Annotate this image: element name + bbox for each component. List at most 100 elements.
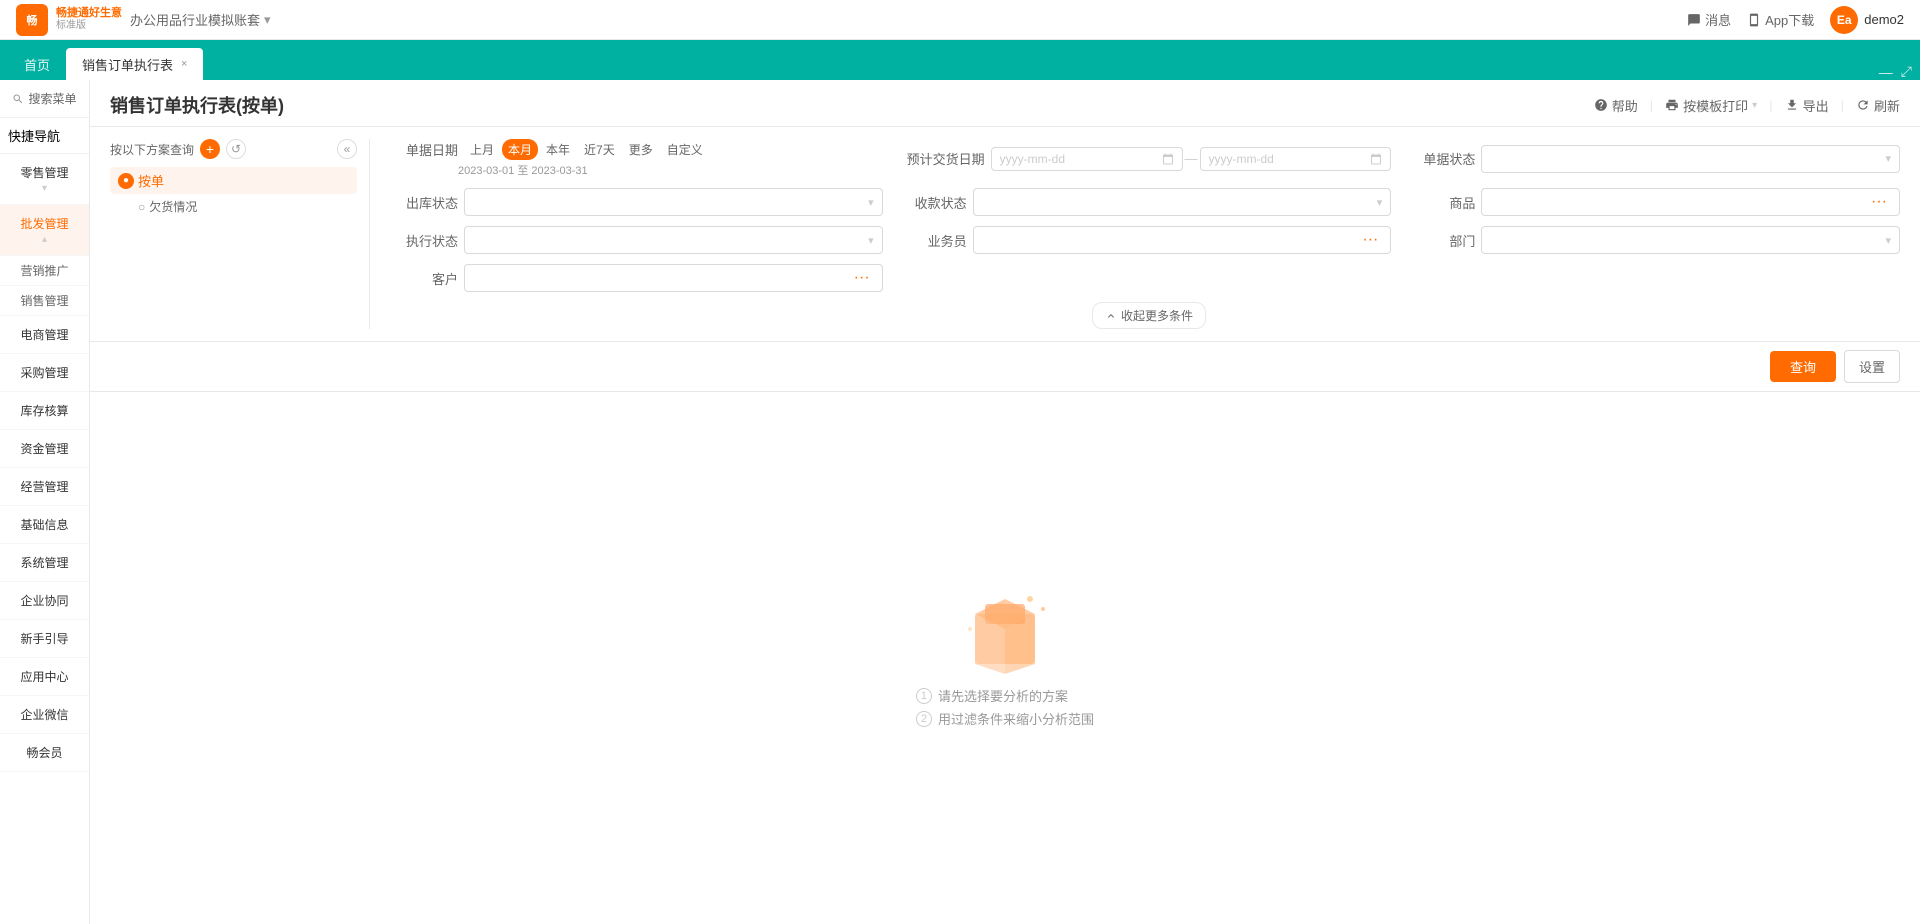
- refresh-button[interactable]: 刷新: [1856, 96, 1900, 115]
- sidebar-sub-sales[interactable]: 销售管理: [0, 286, 89, 316]
- predict-date-start-input[interactable]: yyyy-mm-dd: [991, 147, 1183, 171]
- predict-date-end-input[interactable]: yyyy-mm-dd: [1200, 147, 1392, 171]
- filter-goods: 商品 ···: [1415, 188, 1900, 216]
- collapse-more-button[interactable]: 收起更多条件: [1092, 302, 1206, 329]
- date-range-text: 2023-03-01 至 2023-03-31: [458, 162, 588, 178]
- sidebar-item-operations[interactable]: 经营管理: [0, 468, 89, 506]
- filter-salesman: 业务员 ···: [907, 226, 1392, 254]
- refresh-scheme-button[interactable]: ↺: [226, 139, 246, 159]
- sidebar-item-wechat[interactable]: 企业微信: [0, 696, 89, 734]
- date-tab-this-year[interactable]: 本年: [540, 139, 576, 160]
- main-layout: 搜索菜单 快捷导航 零售管理 ▾ 批发管理 ▴ 营销推广 销售管理 电商管理 采…: [0, 80, 1920, 924]
- header-actions: 帮助 | 按模板打印 ▾ | 导出 | 刷新: [1594, 96, 1900, 115]
- empty-state: 1 请先选择要分析的方案 2 用过滤条件来缩小分析范围: [90, 392, 1920, 924]
- sidebar-item-member[interactable]: 畅会员: [0, 734, 89, 772]
- print-icon: [1665, 98, 1679, 112]
- date-tab-last-month[interactable]: 上月: [464, 139, 500, 160]
- search-icon: [12, 93, 24, 105]
- tab-close-button[interactable]: ×: [181, 58, 187, 70]
- message-button[interactable]: 消息: [1687, 10, 1731, 29]
- exec-status-select[interactable]: ▾: [464, 226, 883, 254]
- sidebar-item-system[interactable]: 系统管理: [0, 544, 89, 582]
- user-area[interactable]: Ea demo2: [1830, 6, 1904, 34]
- predict-date-label: 预计交货日期: [907, 149, 985, 168]
- sidebar-item-ecommerce[interactable]: 电商管理: [0, 316, 89, 354]
- order-status-chevron-icon: ▾: [1885, 152, 1891, 165]
- customer-dots-button[interactable]: ···: [850, 269, 874, 287]
- export-button[interactable]: 导出: [1785, 96, 1829, 115]
- sidebar-item-retail[interactable]: 零售管理 ▾: [0, 154, 89, 205]
- exec-status-label: 执行状态: [398, 231, 458, 250]
- refresh-icon: [1856, 98, 1870, 112]
- dept-select[interactable]: ▾: [1481, 226, 1900, 254]
- sidebar-item-purchase[interactable]: 采购管理: [0, 354, 89, 392]
- top-bar-right: 消息 App下载 Ea demo2: [1687, 6, 1904, 34]
- scheme-item-order[interactable]: ● 按单: [110, 167, 357, 194]
- sidebar-item-finance[interactable]: 资金管理: [0, 430, 89, 468]
- ship-status-select[interactable]: ▾: [464, 188, 883, 216]
- collect-status-select[interactable]: ▾: [973, 188, 1392, 216]
- sidebar-quick-nav[interactable]: 快捷导航: [0, 118, 89, 154]
- message-icon: [1687, 13, 1701, 27]
- ship-status-chevron-icon: ▾: [868, 196, 874, 209]
- sidebar-item-apps[interactable]: 应用中心: [0, 658, 89, 696]
- date-tab-more[interactable]: 更多: [623, 139, 659, 160]
- salesman-input[interactable]: ···: [973, 226, 1392, 254]
- download-icon: [1747, 13, 1761, 27]
- dept-label: 部门: [1415, 231, 1475, 250]
- salesman-dots-button[interactable]: ···: [1358, 231, 1382, 249]
- empty-box-svg: [955, 584, 1055, 674]
- sidebar: 搜索菜单 快捷导航 零售管理 ▾ 批发管理 ▴ 营销推广 销售管理 电商管理 采…: [0, 80, 90, 924]
- date-tab-7days[interactable]: 近7天: [578, 139, 621, 160]
- dept-chevron-icon: ▾: [1885, 234, 1891, 247]
- sep2: |: [1769, 98, 1772, 113]
- filter-collect-status: 收款状态 ▾: [907, 188, 1392, 216]
- sidebar-item-guide[interactable]: 新手引导: [0, 620, 89, 658]
- collapse-icon: [1105, 310, 1117, 322]
- print-button[interactable]: 按模板打印 ▾: [1665, 96, 1757, 115]
- filter-ship-status: 出库状态 ▾: [398, 188, 883, 216]
- collapse-scheme-button[interactable]: «: [337, 139, 357, 159]
- tab-sales-order[interactable]: 销售订单执行表 ×: [66, 48, 203, 80]
- tab-bar: 首页 销售订单执行表 × — ⤢: [0, 40, 1920, 80]
- tab-expand-button[interactable]: ⤢: [1901, 63, 1912, 80]
- action-row: 查询 设置: [90, 342, 1920, 392]
- sidebar-sub-marketing[interactable]: 营销推广: [0, 256, 89, 286]
- sidebar-item-enterprise[interactable]: 企业协同: [0, 582, 89, 620]
- calendar-end-icon: [1370, 153, 1382, 165]
- breadcrumb-text: 办公用品行业模拟账套: [130, 10, 260, 29]
- breadcrumb: 办公用品行业模拟账套 ▾: [130, 10, 271, 29]
- filter-collapse-area: 收起更多条件: [398, 302, 1900, 329]
- date-tab-custom[interactable]: 自定义: [661, 139, 709, 160]
- help-icon: [1594, 98, 1608, 112]
- empty-hint-1: 1 请先选择要分析的方案: [916, 686, 1094, 705]
- help-button[interactable]: 帮助: [1594, 96, 1638, 115]
- page-title: 销售订单执行表(按单): [110, 92, 284, 118]
- scheme-sub-shortage[interactable]: ○ 欠货情况: [110, 194, 357, 219]
- sidebar-item-inventory[interactable]: 库存核算: [0, 392, 89, 430]
- settings-button[interactable]: 设置: [1844, 350, 1900, 383]
- date-tab-this-month[interactable]: 本月: [502, 139, 538, 160]
- goods-input[interactable]: ···: [1481, 188, 1900, 216]
- app-download-button[interactable]: App下载: [1747, 10, 1814, 29]
- sidebar-item-basic-info[interactable]: 基础信息: [0, 506, 89, 544]
- date-tab-group: 上月 本月 本年 近7天 更多 自定义: [464, 139, 709, 160]
- empty-hint-2: 2 用过滤条件来缩小分析范围: [916, 709, 1094, 728]
- sidebar-search[interactable]: 搜索菜单: [0, 80, 89, 118]
- add-scheme-button[interactable]: +: [200, 139, 220, 159]
- tab-home[interactable]: 首页: [8, 48, 66, 80]
- order-status-select[interactable]: ▾: [1481, 145, 1900, 173]
- salesman-label: 业务员: [907, 231, 967, 250]
- sidebar-item-wholesale[interactable]: 批发管理 ▴: [0, 205, 89, 256]
- tab-minimize-button[interactable]: —: [1879, 64, 1893, 80]
- page-header: 销售订单执行表(按单) 帮助 | 按模板打印 ▾ | 导出 |: [90, 80, 1920, 127]
- filter-area: 按以下方案查询 + ↺ « ● 按单 ○ 欠货情况: [90, 127, 1920, 342]
- filter-customer: 客户 ···: [398, 264, 883, 292]
- username-label: demo2: [1864, 12, 1904, 27]
- query-button[interactable]: 查询: [1770, 351, 1836, 382]
- goods-dots-button[interactable]: ···: [1867, 193, 1891, 211]
- order-status-label: 单据状态: [1415, 149, 1475, 168]
- scheme-header: 按以下方案查询 + ↺ «: [110, 139, 357, 159]
- breadcrumb-arrow[interactable]: ▾: [264, 12, 271, 28]
- customer-input[interactable]: ···: [464, 264, 883, 292]
